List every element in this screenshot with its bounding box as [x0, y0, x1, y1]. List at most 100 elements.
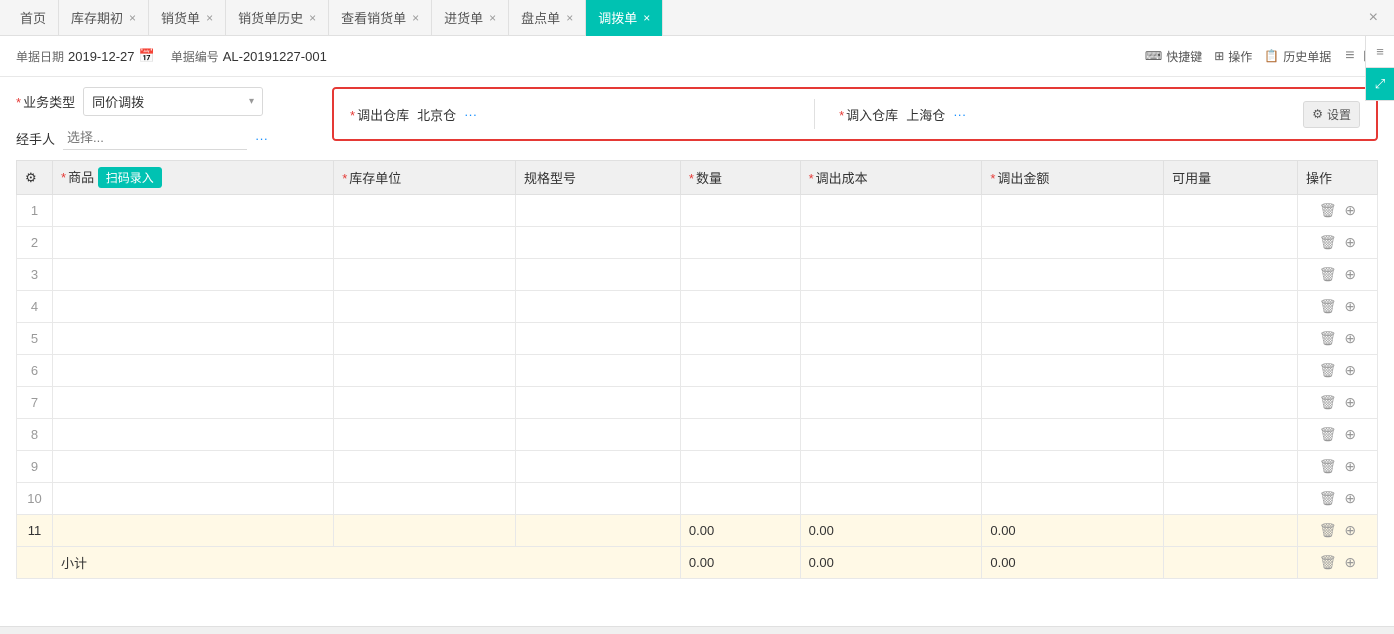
th-gear[interactable]: ⚙ [17, 161, 53, 195]
tab-home[interactable]: 首页 [8, 0, 59, 36]
copy-icon[interactable]: ⊕ [1344, 458, 1356, 474]
delete-icon[interactable]: 🗑 [1319, 362, 1337, 378]
tab-close-transfer[interactable]: × [643, 11, 650, 25]
cell-unit[interactable] [334, 227, 516, 259]
cell-product[interactable] [53, 387, 334, 419]
cell-qty[interactable] [680, 355, 800, 387]
cell-qty[interactable] [680, 323, 800, 355]
delete-icon[interactable]: 🗑 [1319, 298, 1337, 314]
cell-qty[interactable] [680, 259, 800, 291]
tab-purchase[interactable]: 进货单 × [432, 0, 509, 36]
cell-cost[interactable] [800, 451, 982, 483]
tab-close-purchase[interactable]: × [489, 11, 496, 25]
cell-product[interactable] [53, 227, 334, 259]
handler-more-btn[interactable]: ··· [255, 131, 268, 146]
cell-unit[interactable] [334, 291, 516, 323]
transfer-out-more-btn[interactable]: ··· [464, 107, 477, 122]
copy-icon[interactable]: ⊕ [1344, 522, 1356, 538]
settings-button[interactable]: ⚙ 设置 [1303, 101, 1360, 128]
tab-stocktake[interactable]: 盘点单 × [509, 0, 586, 36]
copy-icon[interactable]: ⊕ [1344, 330, 1356, 346]
cell-cost[interactable] [800, 355, 982, 387]
cell-spec[interactable] [516, 195, 681, 227]
copy-icon[interactable]: ⊕ [1344, 362, 1356, 378]
cell-unit[interactable] [334, 259, 516, 291]
cell-unit[interactable] [334, 483, 516, 515]
cell-spec[interactable] [516, 259, 681, 291]
cell-spec[interactable] [516, 419, 681, 451]
cell-product[interactable] [53, 483, 334, 515]
cell-product[interactable] [53, 451, 334, 483]
cell-qty[interactable] [680, 227, 800, 259]
cell-qty[interactable] [680, 387, 800, 419]
cell-cost[interactable] [800, 291, 982, 323]
cell-amount[interactable] [982, 323, 1164, 355]
cell-cost[interactable] [800, 387, 982, 419]
sidebar-expand-btn[interactable]: ⤢ [1366, 68, 1394, 101]
cell-product[interactable] [53, 355, 334, 387]
cell-amount[interactable] [982, 387, 1164, 419]
tab-close-sales-history[interactable]: × [309, 11, 316, 25]
tab-sales-order[interactable]: 销货单 × [149, 0, 226, 36]
cell-amount[interactable] [982, 451, 1164, 483]
cell-unit[interactable] [334, 355, 516, 387]
copy-icon[interactable]: ⊕ [1344, 202, 1356, 218]
delete-icon-subtotal[interactable]: 🗑 [1319, 554, 1337, 570]
cell-qty[interactable] [680, 483, 800, 515]
cell-spec[interactable] [516, 387, 681, 419]
cell-amount[interactable] [982, 291, 1164, 323]
operations-btn[interactable]: ⊞ 操作 [1214, 48, 1252, 65]
tab-close-all[interactable]: × [1361, 9, 1386, 27]
delete-icon[interactable]: 🗑 [1319, 202, 1337, 218]
tab-sales-history[interactable]: 销货单历史 × [226, 0, 329, 36]
delete-icon[interactable]: 🗑 [1319, 426, 1337, 442]
cell-product[interactable] [53, 291, 334, 323]
calendar-icon[interactable]: 📅 [139, 48, 155, 64]
tab-close-inventory-init[interactable]: × [129, 11, 136, 25]
cell-unit[interactable] [334, 451, 516, 483]
copy-icon-subtotal[interactable]: ⊕ [1344, 554, 1356, 570]
business-type-select[interactable]: 同价调拨 ▾ [83, 87, 263, 116]
cell-spec[interactable] [516, 323, 681, 355]
copy-icon[interactable]: ⊕ [1344, 234, 1356, 250]
cell-spec[interactable] [516, 483, 681, 515]
delete-icon[interactable]: 🗑 [1319, 234, 1337, 250]
tab-inventory-init[interactable]: 库存期初 × [59, 0, 149, 36]
transfer-in-more-btn[interactable]: ··· [953, 107, 966, 122]
cell-unit[interactable] [334, 387, 516, 419]
tab-close-stocktake[interactable]: × [566, 11, 573, 25]
cell-spec[interactable] [516, 227, 681, 259]
cell-qty[interactable] [680, 195, 800, 227]
tab-close-view-sales[interactable]: × [412, 11, 419, 25]
sidebar-list-btn[interactable]: ≡ [1366, 36, 1394, 68]
copy-icon[interactable]: ⊕ [1344, 266, 1356, 282]
handler-input[interactable] [63, 126, 247, 150]
delete-icon[interactable]: 🗑 [1319, 266, 1337, 282]
cell-amount[interactable] [982, 483, 1164, 515]
delete-icon[interactable]: 🗑 [1319, 490, 1337, 506]
tab-close-sales-order[interactable]: × [206, 11, 213, 25]
cell-amount[interactable] [982, 259, 1164, 291]
cell-product[interactable] [53, 259, 334, 291]
cell-unit[interactable] [334, 323, 516, 355]
cell-amount[interactable] [982, 419, 1164, 451]
cell-spec[interactable] [516, 355, 681, 387]
copy-icon[interactable]: ⊕ [1344, 298, 1356, 314]
cell-unit[interactable] [334, 195, 516, 227]
cell-qty[interactable] [680, 291, 800, 323]
delete-icon[interactable]: 🗑 [1319, 458, 1337, 474]
cell-product[interactable] [53, 323, 334, 355]
cell-cost[interactable] [800, 195, 982, 227]
cell-amount[interactable] [982, 227, 1164, 259]
shortcuts-btn[interactable]: ⌨ 快捷键 [1145, 48, 1202, 65]
cell-cost[interactable] [800, 419, 982, 451]
cell-product[interactable] [53, 195, 334, 227]
copy-icon[interactable]: ⊕ [1344, 394, 1356, 410]
cell-qty[interactable] [680, 451, 800, 483]
cell-cost[interactable] [800, 227, 982, 259]
cell-amount[interactable] [982, 195, 1164, 227]
tab-transfer[interactable]: 调拨单 × [586, 0, 663, 36]
cell-spec[interactable] [516, 291, 681, 323]
delete-icon[interactable]: 🗑 [1319, 330, 1337, 346]
cell-cost[interactable] [800, 483, 982, 515]
